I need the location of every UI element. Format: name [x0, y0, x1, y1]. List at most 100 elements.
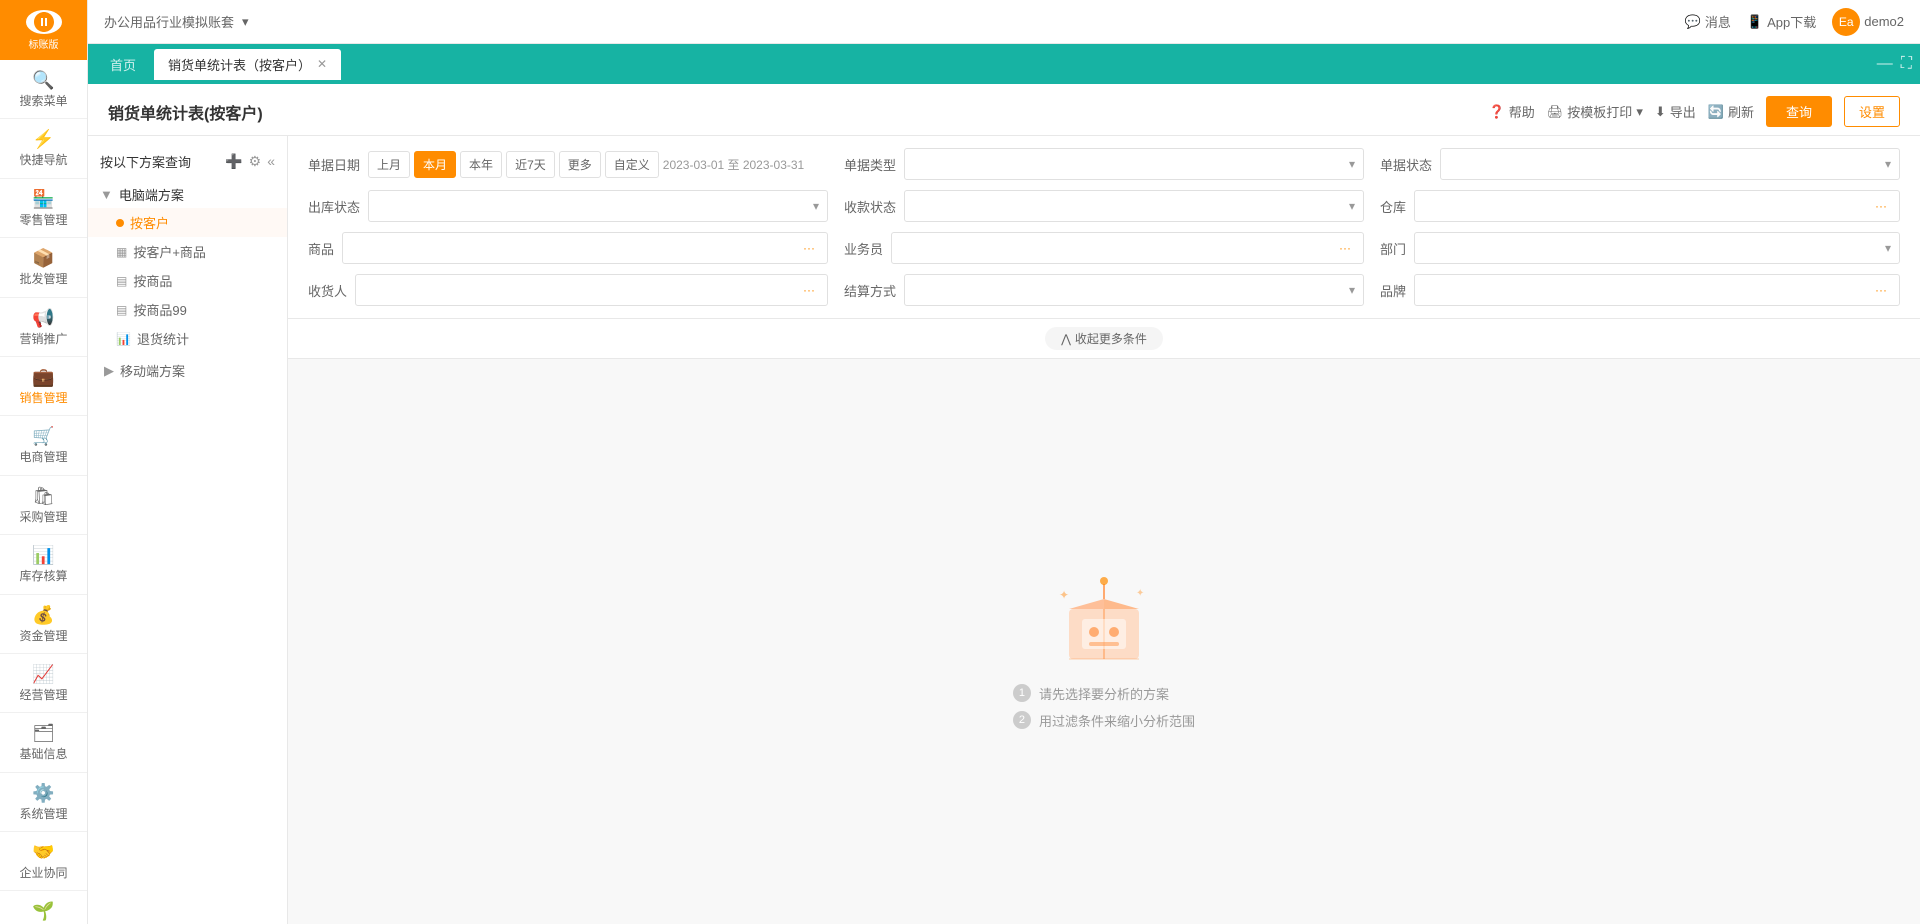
empty-texts: 1 请先选择要分析的方案 2 用过滤条件来缩小分析范围 — [1013, 684, 1195, 730]
collapse-up-icon: ⋀ — [1061, 332, 1071, 346]
message-button[interactable]: 💬 消息 — [1685, 12, 1731, 31]
marketing-icon: 📢 — [32, 308, 54, 329]
hint-text-2: 用过滤条件来缩小分析范围 — [1039, 711, 1195, 730]
brand-dots[interactable]: ··· — [1871, 283, 1891, 297]
query-button[interactable]: 查询 — [1766, 96, 1832, 127]
wholesale-icon: 📦 — [32, 248, 54, 269]
tab-maximize-button[interactable]: ⛶ — [1901, 55, 1912, 73]
warehouse-filter[interactable]: ··· — [1414, 190, 1900, 222]
sidebar-item-ecom[interactable]: 🛒 电商管理 — [0, 416, 87, 475]
sidebar-item-guide[interactable]: 🌱 新手引导 — [0, 891, 87, 924]
tree-item-by-product[interactable]: ▤ 按商品 — [88, 266, 287, 295]
logo-area: 标账版 — [0, 0, 87, 60]
tree-desktop-group: ▼ 电脑端方案 按客户 ▦ 按客户+商品 ▤ 按商品 — [88, 177, 287, 357]
outbound-label: 出库状态 — [308, 197, 360, 216]
tree-item-return-stat-label: 退货统计 — [137, 329, 189, 348]
active-dot-icon — [116, 219, 124, 227]
recipient-filter[interactable]: ··· — [355, 274, 828, 306]
app-download-icon: 📱 — [1747, 14, 1763, 30]
salesperson-filter[interactable]: ··· — [891, 232, 1364, 264]
settlement-filter[interactable]: ▾ — [904, 274, 1364, 306]
app-download-button[interactable]: 📱 App下载 — [1747, 12, 1816, 31]
tree-item-by-customer-product[interactable]: ▦ 按客户+商品 — [88, 237, 287, 266]
product-dots[interactable]: ··· — [799, 241, 819, 255]
sidebar-item-ecom-label: 电商管理 — [19, 450, 67, 464]
collapse-bar[interactable]: ⋀ 收起更多条件 — [288, 319, 1920, 359]
export-button[interactable]: ⬇ 导出 — [1655, 102, 1696, 121]
template-print-button[interactable]: 🖨 按模板打印 ▾ — [1547, 102, 1643, 121]
sidebar-item-system[interactable]: ⚙️ 系统管理 — [0, 773, 87, 832]
panel-collapse-button[interactable]: « — [267, 153, 275, 170]
tree-item-by-product-99[interactable]: ▤ 按商品99 — [88, 295, 287, 324]
page-content: 销货单统计表(按客户) ❓ 帮助 🖨 按模板打印 ▾ ⬇ 导出 🔄 刷新 — [88, 84, 1920, 924]
sidebar-item-inventory[interactable]: 📊 库存核算 — [0, 535, 87, 594]
tree-desktop-label: 电脑端方案 — [119, 185, 184, 204]
settlement-chevron-icon: ▾ — [1349, 283, 1355, 297]
product-filter[interactable]: ··· — [342, 232, 828, 264]
tree-mobile-group-header[interactable]: ▶ 移动端方案 — [88, 357, 287, 384]
hint-text-1: 请先选择要分析的方案 — [1039, 684, 1169, 703]
panel-add-button[interactable]: ➕ — [225, 153, 242, 170]
refresh-icon: 🔄 — [1708, 104, 1724, 120]
message-label: 消息 — [1705, 12, 1731, 31]
brand-filter[interactable]: ··· — [1414, 274, 1900, 306]
sidebar-item-enterprise[interactable]: 🤝 企业协同 — [0, 832, 87, 891]
user-profile[interactable]: Ea demo2 — [1832, 8, 1904, 36]
dept-filter[interactable]: ▾ — [1414, 232, 1900, 264]
guide-icon: 🌱 — [32, 901, 54, 922]
sidebar-item-marketing[interactable]: 📢 营销推广 — [0, 298, 87, 357]
tab-minimize-button[interactable]: — — [1877, 55, 1893, 73]
sidebar-item-search[interactable]: 🔍 搜索菜单 — [0, 60, 87, 119]
sidebar-item-purchase[interactable]: 🛍 采购管理 — [0, 476, 87, 535]
sidebar-item-basic-label: 基础信息 — [19, 747, 67, 761]
tree-item-by-customer[interactable]: 按客户 — [88, 208, 287, 237]
tab-close-icon[interactable]: ✕ — [317, 57, 327, 71]
recipient-dots[interactable]: ··· — [799, 283, 819, 297]
tab-sales-stat[interactable]: 销货单统计表（按客户） ✕ — [154, 49, 341, 80]
sidebar-item-operations[interactable]: 📈 经营管理 — [0, 654, 87, 713]
sidebar-item-retail-label: 零售管理 — [19, 213, 67, 227]
sidebar-item-wholesale[interactable]: 📦 批发管理 — [0, 238, 87, 297]
export-icon: ⬇ — [1655, 104, 1666, 120]
page-header: 销货单统计表(按客户) ❓ 帮助 🖨 按模板打印 ▾ ⬇ 导出 🔄 刷新 — [88, 84, 1920, 136]
warehouse-dots[interactable]: ··· — [1871, 199, 1891, 213]
type-filter[interactable]: ▾ — [904, 148, 1364, 180]
sidebar-item-finance[interactable]: 💰 资金管理 — [0, 595, 87, 654]
sidebar-item-purchase-label: 采购管理 — [19, 510, 67, 524]
salesperson-label: 业务员 — [844, 239, 883, 258]
sidebar-item-inventory-label: 库存核算 — [19, 569, 67, 583]
date-label: 单据日期 — [308, 155, 360, 174]
panel-settings-button[interactable]: ⚙ — [249, 153, 262, 170]
refresh-button[interactable]: 🔄 刷新 — [1708, 102, 1754, 121]
status-filter[interactable]: ▾ — [1440, 148, 1900, 180]
tree-item-return-stat[interactable]: 📊 退货统计 — [88, 324, 287, 353]
date-btn-this-year[interactable]: 本年 — [460, 151, 502, 178]
sidebar-item-retail[interactable]: 🏪 零售管理 — [0, 179, 87, 238]
dropdown-icon: ▾ — [242, 14, 249, 30]
header-right: 💬 消息 📱 App下载 Ea demo2 — [1685, 8, 1904, 36]
sidebar-item-nav[interactable]: ⚡ 快捷导航 — [0, 119, 87, 178]
payment-filter[interactable]: ▾ — [904, 190, 1364, 222]
date-btn-custom[interactable]: 自定义 — [605, 151, 659, 178]
date-btn-7days[interactable]: 近7天 — [506, 151, 555, 178]
sidebar-item-basic[interactable]: 🗂 基础信息 — [0, 713, 87, 772]
operations-icon: 📈 — [32, 664, 54, 685]
outbound-filter[interactable]: ▾ — [368, 190, 828, 222]
help-button[interactable]: ❓ 帮助 — [1489, 102, 1535, 121]
export-label: 导出 — [1670, 102, 1696, 121]
settings-button[interactable]: 设置 — [1844, 96, 1900, 127]
tab-home[interactable]: 首页 — [96, 49, 150, 80]
outbound-chevron-icon: ▾ — [813, 199, 819, 213]
ecom-icon: 🛒 — [32, 426, 54, 447]
date-btn-last-month[interactable]: 上月 — [368, 151, 410, 178]
top-header: 办公用品行业模拟账套 ▾ 💬 消息 📱 App下载 Ea demo2 — [88, 0, 1920, 44]
payment-chevron-icon: ▾ — [1349, 199, 1355, 213]
date-btn-more[interactable]: 更多 — [559, 151, 601, 178]
sidebar-item-sales[interactable]: 💼 销售管理 — [0, 357, 87, 416]
date-btn-this-month[interactable]: 本月 — [414, 151, 456, 178]
empty-state: ✦ ✦ 1 请先选择要分析的方案 2 用过滤条件来缩小分析范围 — [1013, 554, 1195, 730]
message-icon: 💬 — [1685, 14, 1701, 30]
tree-desktop-group-header[interactable]: ▼ 电脑端方案 — [88, 181, 287, 208]
salesperson-dots[interactable]: ··· — [1335, 241, 1355, 255]
header-dropdown[interactable]: ▾ — [242, 14, 249, 30]
